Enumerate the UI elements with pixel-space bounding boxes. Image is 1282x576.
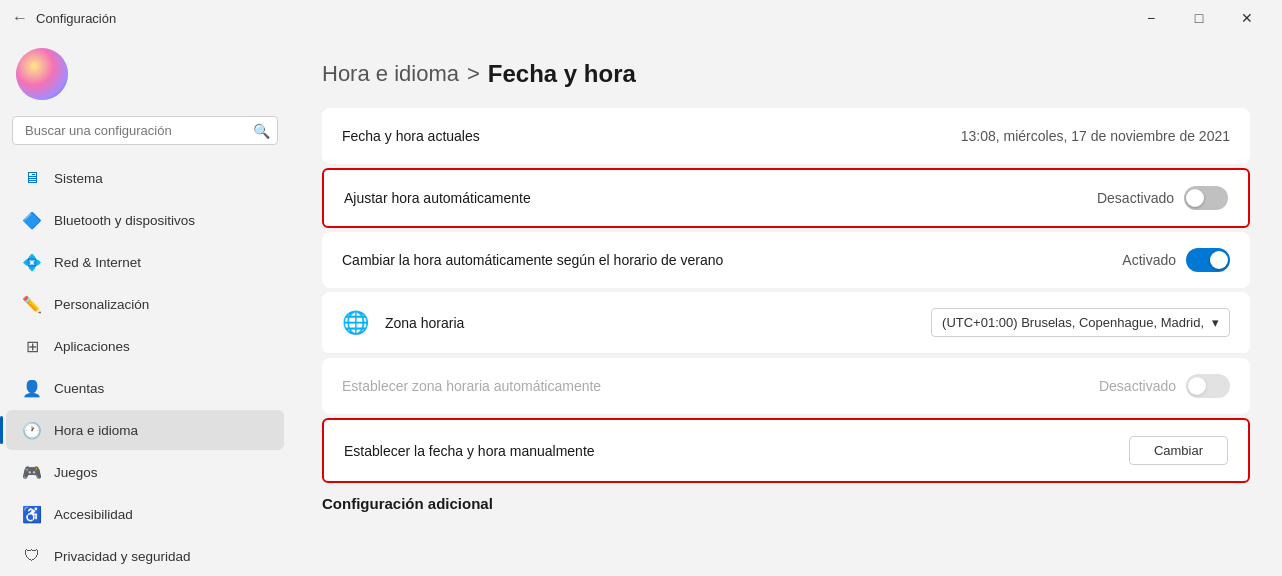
ajustar-auto-card: Ajustar hora automáticamente Desactivado	[322, 168, 1250, 228]
zona-horaria-row: 🌐 Zona horaria (UTC+01:00) Bruselas, Cop…	[322, 292, 1250, 354]
sidebar-label-cuentas: Cuentas	[54, 381, 104, 396]
title-bar: ← Configuración − □ ✕	[0, 0, 1282, 36]
juegos-icon: 🎮	[22, 462, 42, 482]
close-button[interactable]: ✕	[1224, 2, 1270, 34]
sidebar-label-hora: Hora e idioma	[54, 423, 138, 438]
hora-icon: 🕐	[22, 420, 42, 440]
ajustar-auto-toggle[interactable]	[1184, 186, 1228, 210]
zona-horaria-value: (UTC+01:00) Bruselas, Copenhague, Madrid…	[942, 315, 1204, 330]
accesibilidad-icon: ♿	[22, 504, 42, 524]
breadcrumb-parent: Hora e idioma	[322, 61, 459, 87]
aplicaciones-icon: ⊞	[22, 336, 42, 356]
breadcrumb-current: Fecha y hora	[488, 60, 636, 88]
sidebar-item-bluetooth[interactable]: 🔷 Bluetooth y dispositivos	[6, 200, 284, 240]
establecer-zona-label: Establecer zona horaria automáticamente	[342, 378, 601, 394]
zona-horaria-icon: 🌐	[342, 310, 369, 336]
sidebar-label-red: Red & Internet	[54, 255, 141, 270]
fecha-actual-card: Fecha y hora actuales 13:08, miércoles, …	[322, 108, 1250, 164]
establecer-zona-value: Desactivado	[1099, 374, 1230, 398]
config-adicional-label: Configuración adicional	[322, 495, 1250, 512]
minimize-button[interactable]: −	[1128, 2, 1174, 34]
ajustar-auto-row: Ajustar hora automáticamente Desactivado	[324, 170, 1248, 226]
establecer-manual-label: Establecer la fecha y hora manualmente	[344, 443, 595, 459]
establecer-zona-card: Establecer zona horaria automáticamente …	[322, 358, 1250, 414]
sidebar-item-red[interactable]: 💠 Red & Internet	[6, 242, 284, 282]
personalizacion-icon: ✏️	[22, 294, 42, 314]
toggle-track-disabled	[1186, 374, 1230, 398]
sidebar-label-sistema: Sistema	[54, 171, 103, 186]
content-area: Hora e idioma > Fecha y hora Fecha y hor…	[290, 36, 1282, 576]
ajustar-auto-status: Desactivado	[1097, 190, 1174, 206]
sidebar: 🔍 🖥 Sistema 🔷 Bluetooth y dispositivos 💠…	[0, 36, 290, 576]
fecha-actual-value: 13:08, miércoles, 17 de noviembre de 202…	[961, 128, 1230, 144]
zona-horaria-card: 🌐 Zona horaria (UTC+01:00) Bruselas, Cop…	[322, 292, 1250, 354]
sidebar-item-aplicaciones[interactable]: ⊞ Aplicaciones	[6, 326, 284, 366]
avatar[interactable]	[16, 48, 68, 100]
title-bar-controls: − □ ✕	[1128, 2, 1270, 34]
fecha-actual-row: Fecha y hora actuales 13:08, miércoles, …	[322, 108, 1250, 164]
toggle-thumb-disabled	[1188, 377, 1206, 395]
sidebar-label-juegos: Juegos	[54, 465, 98, 480]
search-icon[interactable]: 🔍	[253, 123, 270, 139]
sidebar-label-bluetooth: Bluetooth y dispositivos	[54, 213, 195, 228]
zona-horaria-select[interactable]: (UTC+01:00) Bruselas, Copenhague, Madrid…	[931, 308, 1230, 337]
sidebar-label-personalizacion: Personalización	[54, 297, 149, 312]
cambiar-horario-value: Activado	[1122, 248, 1230, 272]
sidebar-item-cuentas[interactable]: 👤 Cuentas	[6, 368, 284, 408]
toggle-thumb	[1186, 189, 1204, 207]
search-input[interactable]	[12, 116, 278, 145]
breadcrumb-separator: >	[467, 61, 480, 87]
sidebar-label-aplicaciones: Aplicaciones	[54, 339, 130, 354]
toggle-track-off	[1184, 186, 1228, 210]
cuentas-icon: 👤	[22, 378, 42, 398]
cambiar-horario-label: Cambiar la hora automáticamente según el…	[342, 252, 723, 268]
ajustar-auto-label: Ajustar hora automáticamente	[344, 190, 531, 206]
cambiar-horario-toggle[interactable]	[1186, 248, 1230, 272]
sidebar-profile	[0, 36, 290, 116]
sidebar-label-privacidad: Privacidad y seguridad	[54, 549, 191, 564]
sidebar-item-personalizacion[interactable]: ✏️ Personalización	[6, 284, 284, 324]
establecer-manual-card: Establecer la fecha y hora manualmente C…	[322, 418, 1250, 483]
privacidad-icon: 🛡	[22, 546, 42, 566]
toggle-thumb-on	[1210, 251, 1228, 269]
establecer-zona-row: Establecer zona horaria automáticamente …	[322, 358, 1250, 414]
sidebar-item-sistema[interactable]: 🖥 Sistema	[6, 158, 284, 198]
establecer-zona-toggle	[1186, 374, 1230, 398]
ajustar-auto-value: Desactivado	[1097, 186, 1228, 210]
zona-horaria-label: Zona horaria	[385, 315, 464, 331]
sidebar-nav: 🖥 Sistema 🔷 Bluetooth y dispositivos 💠 R…	[0, 157, 290, 576]
sidebar-item-privacidad[interactable]: 🛡 Privacidad y seguridad	[6, 536, 284, 576]
sidebar-item-accesibilidad[interactable]: ♿ Accesibilidad	[6, 494, 284, 534]
toggle-track-on	[1186, 248, 1230, 272]
fecha-actual-label: Fecha y hora actuales	[342, 128, 480, 144]
sidebar-label-accesibilidad: Accesibilidad	[54, 507, 133, 522]
chevron-down-icon: ▾	[1212, 315, 1219, 330]
cambiar-horario-status: Activado	[1122, 252, 1176, 268]
sistema-icon: 🖥	[22, 168, 42, 188]
title-bar-left: ← Configuración	[12, 9, 116, 27]
cambiar-horario-card: Cambiar la hora automáticamente según el…	[322, 232, 1250, 288]
bluetooth-icon: 🔷	[22, 210, 42, 230]
establecer-zona-status: Desactivado	[1099, 378, 1176, 394]
maximize-button[interactable]: □	[1176, 2, 1222, 34]
sidebar-item-juegos[interactable]: 🎮 Juegos	[6, 452, 284, 492]
cambiar-button[interactable]: Cambiar	[1129, 436, 1228, 465]
back-button[interactable]: ←	[12, 9, 28, 27]
sidebar-item-hora[interactable]: 🕐 Hora e idioma	[6, 410, 284, 450]
breadcrumb: Hora e idioma > Fecha y hora	[322, 60, 1250, 88]
search-box: 🔍	[12, 116, 278, 145]
app-body: 🔍 🖥 Sistema 🔷 Bluetooth y dispositivos 💠…	[0, 36, 1282, 576]
cambiar-horario-row: Cambiar la hora automáticamente según el…	[322, 232, 1250, 288]
app-title: Configuración	[36, 11, 116, 26]
red-icon: 💠	[22, 252, 42, 272]
